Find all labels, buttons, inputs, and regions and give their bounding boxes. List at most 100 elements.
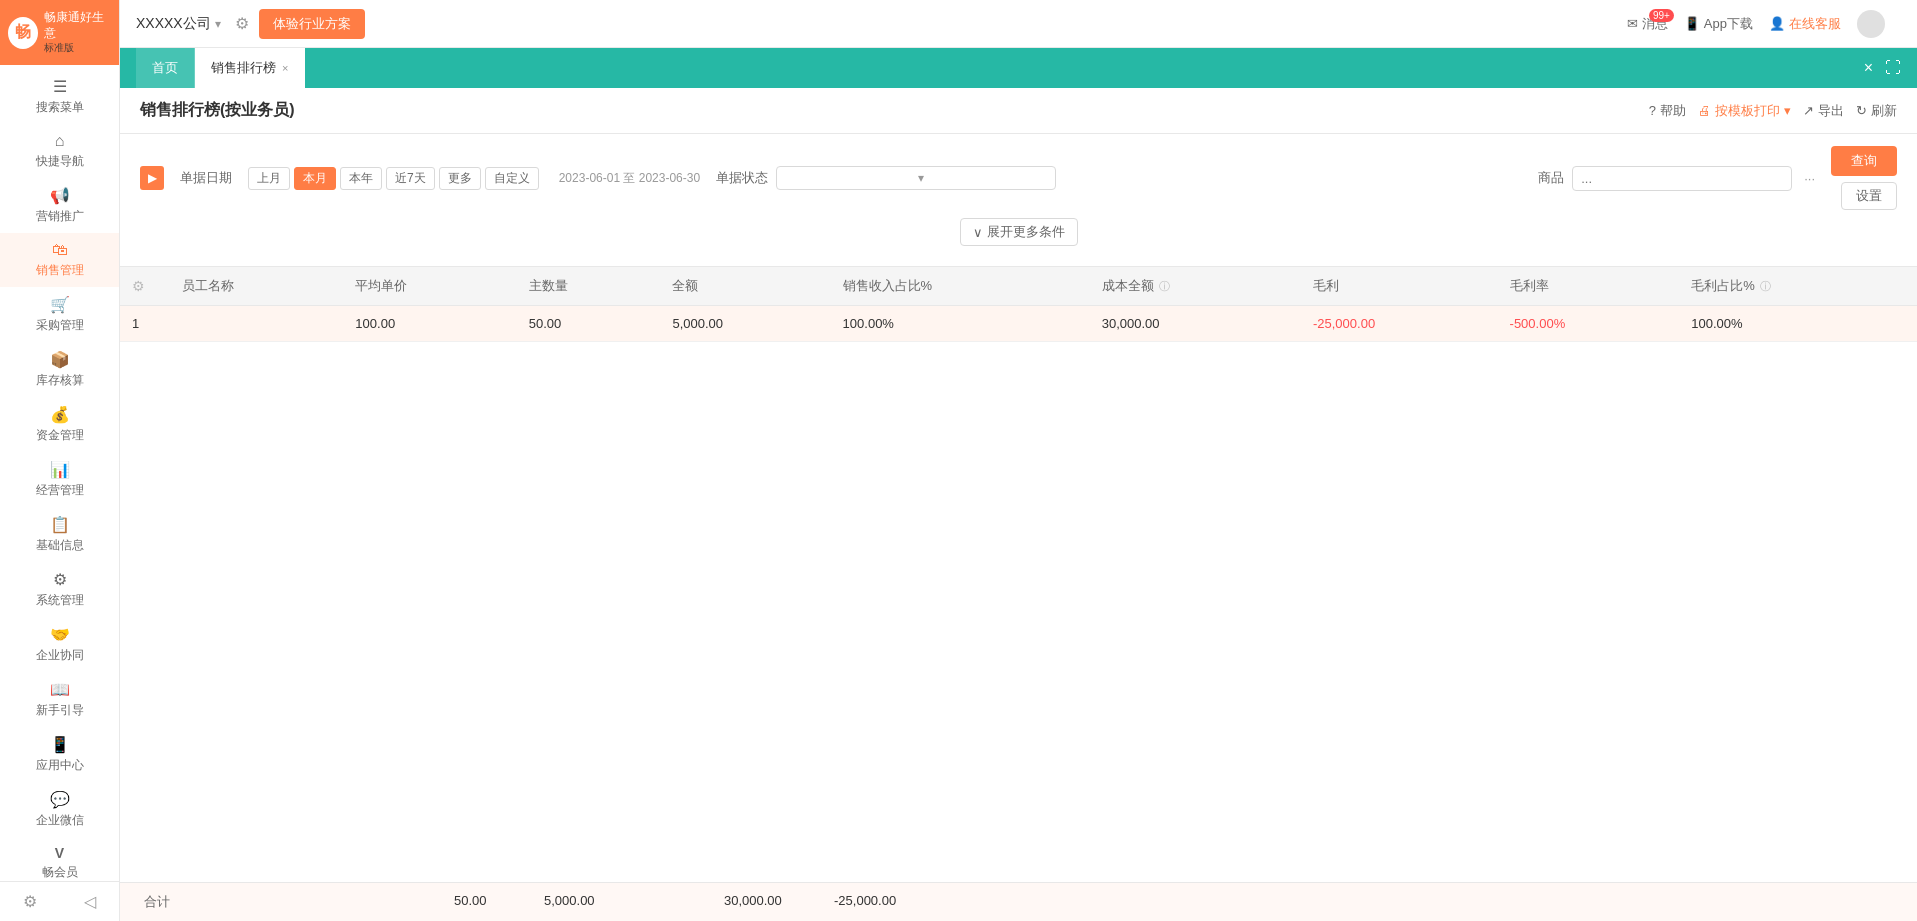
goods-input-wrapper [1572,166,1792,191]
date-btn-last-month[interactable]: 上月 [248,167,290,190]
sidebar-item-label: 销售管理 [36,262,84,279]
status-select[interactable]: ▾ [776,166,1056,190]
company-selector[interactable]: XXXXX公司 ▾ [136,15,221,33]
status-filter: 单据状态 ▾ [716,166,1522,190]
content-area: 销售排行榜(按业务员) ? 帮助 🖨 按模板打印 ▾ ↗ 导出 [120,88,1917,921]
window-restore-icon[interactable]: ⛶ [1885,59,1901,77]
date-btn-more[interactable]: 更多 [439,167,481,190]
service-icon: 👤 [1769,16,1785,31]
sidebar-nav: ☰ 搜索菜单 ⌂ 快捷导航 📢 营销推广 🛍 销售管理 🛒 采购管理 📦 库存核… [0,65,119,881]
sidebar-item-appcenter[interactable]: 📱 应用中心 [0,727,119,782]
print-chevron-icon: ▾ [1784,103,1791,118]
profit-pct-info-icon[interactable]: ⓘ [1760,280,1771,292]
tab-home[interactable]: 首页 [136,48,195,88]
tab-sales-ranking[interactable]: 销售排行榜 × [195,48,305,88]
sidebar-item-finance[interactable]: 💰 资金管理 [0,397,119,452]
home-tab-label: 首页 [152,59,178,77]
gear-icon[interactable]: ⚙ [235,14,249,33]
sidebar-item-search[interactable]: ☰ 搜索菜单 [0,69,119,124]
sidebar-item-wechat[interactable]: 💬 企业微信 [0,782,119,837]
sidebar-logo: 畅 畅康通好生意 标准版 [0,0,119,65]
sidebar-item-operations[interactable]: 📊 经营管理 [0,452,119,507]
th-cost: 成本全额 ⓘ [1090,267,1301,306]
sidebar-item-enterprise[interactable]: 🤝 企业协同 [0,617,119,672]
sidebar-item-label: 基础信息 [36,537,84,554]
cell-profit-rate: -500.00% [1498,306,1680,342]
sidebar-item-marketing[interactable]: 📢 营销推广 [0,178,119,233]
sidebar-item-sales[interactable]: 🛍 销售管理 [0,233,119,287]
footer-amount: 5,000.00 [532,893,622,911]
query-btn[interactable]: 查询 [1831,146,1897,176]
date-btn-custom[interactable]: 自定义 [485,167,539,190]
sidebar-item-guide[interactable]: 📖 新手引导 [0,672,119,727]
status-label: 单据状态 [716,169,768,187]
date-btn-7days[interactable]: 近7天 [386,167,435,190]
filter-toggle-btn[interactable]: ▶ [140,166,164,190]
print-btn[interactable]: 🖨 按模板打印 ▾ [1698,102,1791,120]
tab-close-icon[interactable]: × [282,62,288,74]
cell-profit: -25,000.00 [1301,306,1498,342]
page: 销售排行榜(按业务员) ? 帮助 🖨 按模板打印 ▾ ↗ 导出 [120,88,1917,921]
logo-icon: 畅 [8,17,38,49]
sidebar-item-label: 企业微信 [36,812,84,829]
tabbar-right: × ⛶ [1864,59,1901,77]
sidebar-collapse-icon[interactable]: ◁ [84,892,96,911]
cell-avg-price: 100.00 [343,306,516,342]
export-label: 导出 [1818,102,1844,120]
date-label: 单据日期 [180,169,232,187]
purchase-icon: 🛒 [50,295,70,314]
table-container: ⚙ 员工名称 平均单价 主数量 全额 销售收入占比% 成本全额 ⓘ [120,267,1917,882]
main-area: XXXXX公司 ▾ ⚙ 体验行业方案 ✉ 消息 99+ 📱 App下载 👤 在线… [120,0,1917,921]
footer-qty: 50.00 [442,893,532,911]
th-profit-rate: 毛利率 [1498,267,1680,306]
company-name: XXXXX公司 [136,15,211,33]
logo-text: 畅康通好生意 标准版 [44,10,111,55]
date-btn-this-month[interactable]: 本月 [294,167,336,190]
industry-btn[interactable]: 体验行业方案 [259,9,365,39]
goods-label: 商品 [1538,169,1564,187]
sidebar-item-label: 采购管理 [36,317,84,334]
sales-icon: 🛍 [52,241,68,259]
home-icon: ⌂ [55,132,65,150]
window-close-icon[interactable]: × [1864,59,1873,77]
help-btn[interactable]: ? 帮助 [1649,102,1686,120]
date-btns: 上月 本月 本年 近7天 更多 自定义 [248,167,539,190]
footer-sales-pct [622,893,712,911]
message-btn[interactable]: ✉ 消息 99+ [1627,15,1668,33]
status-chevron-icon: ▾ [918,171,1047,185]
cell-qty: 50.00 [517,306,661,342]
goods-input[interactable] [1581,171,1783,186]
online-service-btn[interactable]: 👤 在线客服 [1769,15,1841,33]
sidebar-item-quicknav[interactable]: ⌂ 快捷导航 [0,124,119,178]
date-btn-this-year[interactable]: 本年 [340,167,382,190]
app-download-btn[interactable]: 📱 App下载 [1684,15,1753,33]
cell-index: 1 [120,306,170,342]
system-icon: ⚙ [53,570,67,589]
sidebar-item-purchase[interactable]: 🛒 采购管理 [0,287,119,342]
avatar[interactable] [1857,10,1885,38]
enterprise-icon: 🤝 [50,625,70,644]
filter-settings-btn[interactable]: 设置 [1841,182,1897,210]
sidebar-item-label: 经营管理 [36,482,84,499]
sidebar-settings-icon[interactable]: ⚙ [23,892,37,911]
sidebar-item-label: 搜索菜单 [36,99,84,116]
expand-conditions-btn[interactable]: ∨ 展开更多条件 [960,218,1078,246]
refresh-btn[interactable]: ↻ 刷新 [1856,102,1897,120]
footer-label: 合计 [132,893,352,911]
date-range-text: 2023-06-01 至 2023-06-30 [559,170,700,187]
th-settings-icon[interactable]: ⚙ [132,278,145,294]
more-fields-icon[interactable]: ··· [1804,171,1815,186]
refresh-label: 刷新 [1871,102,1897,120]
sidebar-item-inventory[interactable]: 📦 库存核算 [0,342,119,397]
footer-avg-price [352,893,442,911]
sidebar-item-basicinfo[interactable]: 📋 基础信息 [0,507,119,562]
print-label: 按模板打印 [1715,102,1780,120]
sidebar-item-member[interactable]: V 畅会员 [0,837,119,881]
export-btn[interactable]: ↗ 导出 [1803,102,1844,120]
page-actions: ? 帮助 🖨 按模板打印 ▾ ↗ 导出 ↻ 刷新 [1649,102,1897,120]
sidebar-item-system[interactable]: ⚙ 系统管理 [0,562,119,617]
sidebar-item-label: 畅会员 [42,864,78,881]
service-label: 在线客服 [1789,15,1841,33]
cost-info-icon[interactable]: ⓘ [1159,280,1170,292]
th-qty: 主数量 [517,267,661,306]
